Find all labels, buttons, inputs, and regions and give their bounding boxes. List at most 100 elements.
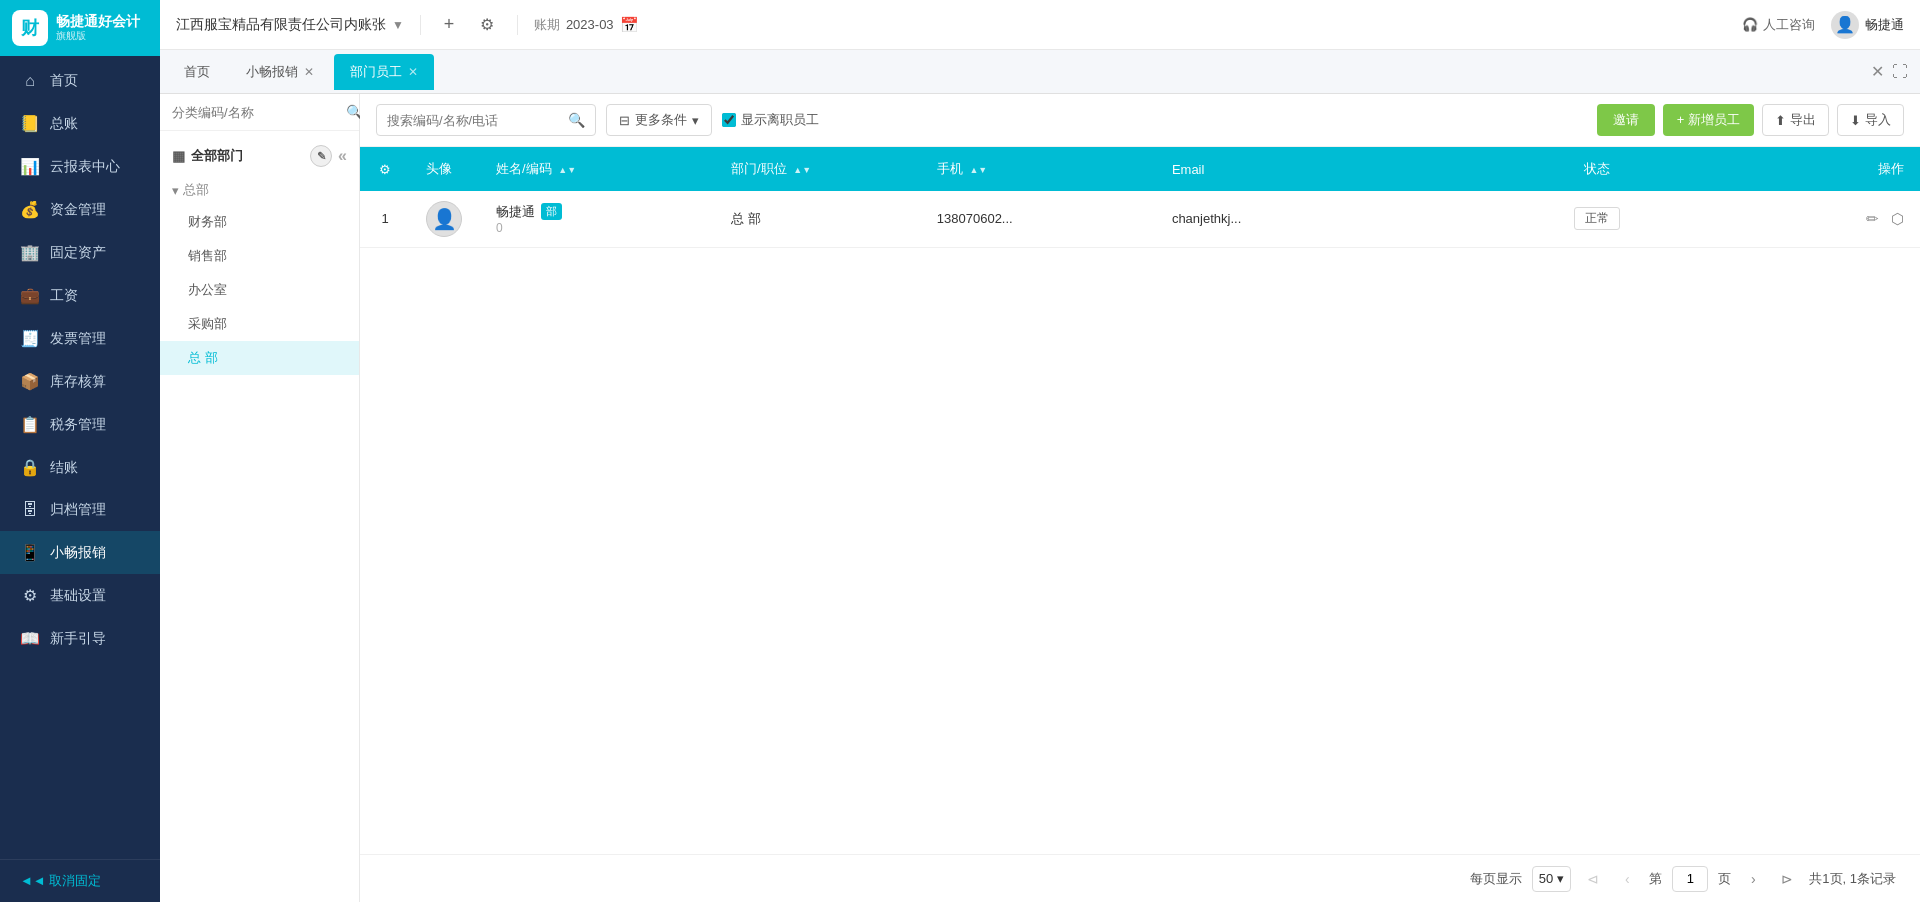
sidebar-item-fixed-assets[interactable]: 🏢 固定资产 — [0, 231, 160, 274]
total-records: 共1页, 1条记录 — [1809, 870, 1896, 888]
col-dept[interactable]: 部门/职位 ▲▼ — [715, 147, 921, 191]
show-resign-toggle[interactable]: 显示离职员工 — [722, 111, 819, 129]
col-phone[interactable]: 手机 ▲▼ — [921, 147, 1156, 191]
invite-btn[interactable]: 邀请 — [1597, 104, 1655, 136]
add-company-btn[interactable]: + — [437, 13, 461, 37]
first-page-btn[interactable]: ⊲ — [1581, 867, 1605, 891]
all-dept-row[interactable]: ▦ 全部部门 ✎ « — [160, 137, 359, 175]
import-icon: ⬇ — [1850, 113, 1861, 128]
sidebar-item-tax[interactable]: 📋 税务管理 — [0, 403, 160, 446]
sidebar-item-home[interactable]: ⌂ 首页 — [0, 60, 160, 102]
person-icon: 👤 — [432, 207, 457, 231]
period-label: 账期 — [534, 16, 560, 34]
edit-employee-btn[interactable]: ✏ — [1866, 210, 1879, 228]
dept-item-general[interactable]: 总 部 — [160, 341, 359, 375]
import-btn[interactable]: ⬇ 导入 — [1837, 104, 1904, 136]
last-page-btn[interactable]: ⊳ — [1775, 867, 1799, 891]
row-status-cell: 正常 — [1450, 191, 1744, 247]
sidebar-item-settings[interactable]: ⚙ 基础设置 — [0, 574, 160, 617]
consult-btn[interactable]: 🎧 人工咨询 — [1742, 16, 1815, 34]
dept-item-sales[interactable]: 销售部 — [160, 239, 359, 273]
triangle-icon: ▾ — [172, 183, 179, 198]
sidebar-unpin-btn[interactable]: ◄◄ 取消固定 — [0, 859, 160, 902]
tab-xiaochange[interactable]: 小畅报销 ✕ — [230, 54, 330, 90]
inventory-icon: 📦 — [20, 372, 40, 391]
row-email-cell: chanjethkj... — [1156, 191, 1450, 247]
dept-search-input[interactable] — [172, 105, 340, 120]
employee-name: 畅捷通 — [496, 203, 535, 221]
page-number-input[interactable] — [1672, 866, 1708, 892]
dept-panel: 🔍 ▦ 全部部门 ✎ « ▾ 总部 财务部 — [160, 94, 360, 902]
tabbar-controls: ✕ ⛶ — [1871, 62, 1920, 81]
tab-xiaochange-close[interactable]: ✕ — [304, 65, 314, 79]
logout-employee-btn[interactable]: ⬡ — [1891, 210, 1904, 228]
dept-item-purchasing[interactable]: 采购部 — [160, 307, 359, 341]
edit-dept-btn[interactable]: ✎ — [310, 145, 332, 167]
sidebar-item-inventory[interactable]: 📦 库存核算 — [0, 360, 160, 403]
show-resign-checkbox[interactable] — [722, 113, 736, 127]
headset-icon: 🎧 — [1742, 17, 1758, 32]
row-avatar: 👤 — [410, 191, 480, 247]
add-employee-btn[interactable]: + 新增员工 — [1663, 104, 1754, 136]
user-menu[interactable]: 👤 畅捷通 — [1831, 11, 1904, 39]
expense-icon: 📱 — [20, 543, 40, 562]
collapse-btn[interactable]: « — [338, 147, 347, 165]
sidebar-item-guide[interactable]: 📖 新手引导 — [0, 617, 160, 660]
page-prefix: 第 — [1649, 870, 1662, 888]
tab-dept-employee[interactable]: 部门员工 ✕ — [334, 54, 434, 90]
sidebar-item-expense[interactable]: 📱 小畅报销 — [0, 531, 160, 574]
guide-icon: 📖 — [20, 629, 40, 648]
sidebar-item-ledger[interactable]: 📒 总账 — [0, 102, 160, 145]
export-btn[interactable]: ⬆ 导出 — [1762, 104, 1829, 136]
dept-sort-icon: ▲▼ — [793, 166, 811, 175]
employee-toolbar: 🔍 ⊟ 更多条件 ▾ 显示离职员工 邀请 + 新增员工 ⬆ 导出 — [360, 94, 1920, 147]
sidebar-item-capital[interactable]: 💰 资金管理 — [0, 188, 160, 231]
table-row: 1 👤 畅捷通 部 0 — [360, 191, 1920, 247]
content-area: 🔍 ▦ 全部部门 ✎ « ▾ 总部 财务部 — [160, 94, 1920, 902]
consult-label: 人工咨询 — [1763, 16, 1815, 34]
accounting-period: 账期 2023-03 📅 — [534, 16, 639, 34]
tab-dept-label: 部门员工 — [350, 63, 402, 81]
tab-home-label: 首页 — [184, 63, 210, 81]
all-dept-label: 全部部门 — [191, 147, 243, 165]
next-page-btn[interactable]: › — [1741, 867, 1765, 891]
tab-close-btn[interactable]: ✕ — [1871, 62, 1884, 81]
filter-icon: ⊟ — [619, 113, 630, 128]
dept-item-office[interactable]: 办公室 — [160, 273, 359, 307]
export-label: 导出 — [1790, 111, 1816, 129]
employee-table-container: ⚙ 头像 姓名/编码 ▲▼ 部门/职位 ▲▼ — [360, 147, 1920, 854]
filter-more-btn[interactable]: ⊟ 更多条件 ▾ — [606, 104, 712, 136]
sidebar-item-reports[interactable]: 📊 云报表中心 — [0, 145, 160, 188]
company-selector[interactable]: 江西服宝精品有限责任公司内账张 ▼ — [176, 16, 404, 34]
sidebar-item-label: 资金管理 — [50, 201, 106, 219]
sidebar-item-label: 库存核算 — [50, 373, 106, 391]
company-settings-btn[interactable]: ⚙ — [473, 11, 501, 39]
tab-expand-btn[interactable]: ⛶ — [1892, 63, 1908, 81]
avatar: 👤 — [1831, 11, 1859, 39]
prev-page-btn[interactable]: ‹ — [1615, 867, 1639, 891]
employee-search-box: 🔍 — [376, 104, 596, 136]
page-size-select[interactable]: 50 ▾ — [1532, 866, 1571, 892]
col-settings[interactable]: ⚙ — [360, 147, 410, 191]
sidebar-item-label: 工资 — [50, 287, 78, 305]
calendar-icon[interactable]: 📅 — [620, 16, 639, 34]
employee-email: chanjethkj... — [1172, 211, 1241, 226]
sidebar-item-archive[interactable]: 🗄 归档管理 — [0, 489, 160, 531]
sidebar-logo: 财 畅捷通好会计 旗舰版 — [0, 0, 160, 56]
sidebar-item-label: 税务管理 — [50, 416, 106, 434]
page-suffix: 页 — [1718, 870, 1731, 888]
employee-search-input[interactable] — [387, 113, 562, 128]
dept-item-finance[interactable]: 财务部 — [160, 205, 359, 239]
sidebar-item-invoice[interactable]: 🧾 发票管理 — [0, 317, 160, 360]
search-icon[interactable]: 🔍 — [568, 112, 585, 128]
tab-dept-close[interactable]: ✕ — [408, 65, 418, 79]
import-label: 导入 — [1865, 111, 1891, 129]
phone-sort-icon: ▲▼ — [969, 166, 987, 175]
sidebar-item-payroll[interactable]: 💼 工资 — [0, 274, 160, 317]
sidebar: 财 畅捷通好会计 旗舰版 ⌂ 首页 📒 总账 📊 云报表中心 💰 资金管理 🏢 … — [0, 0, 160, 902]
sidebar-item-closeout[interactable]: 🔒 结账 — [0, 446, 160, 489]
col-name[interactable]: 姓名/编码 ▲▼ — [480, 147, 715, 191]
col-action: 操作 — [1744, 147, 1920, 191]
app-edition: 旗舰版 — [56, 29, 140, 43]
tab-home[interactable]: 首页 — [168, 54, 226, 90]
